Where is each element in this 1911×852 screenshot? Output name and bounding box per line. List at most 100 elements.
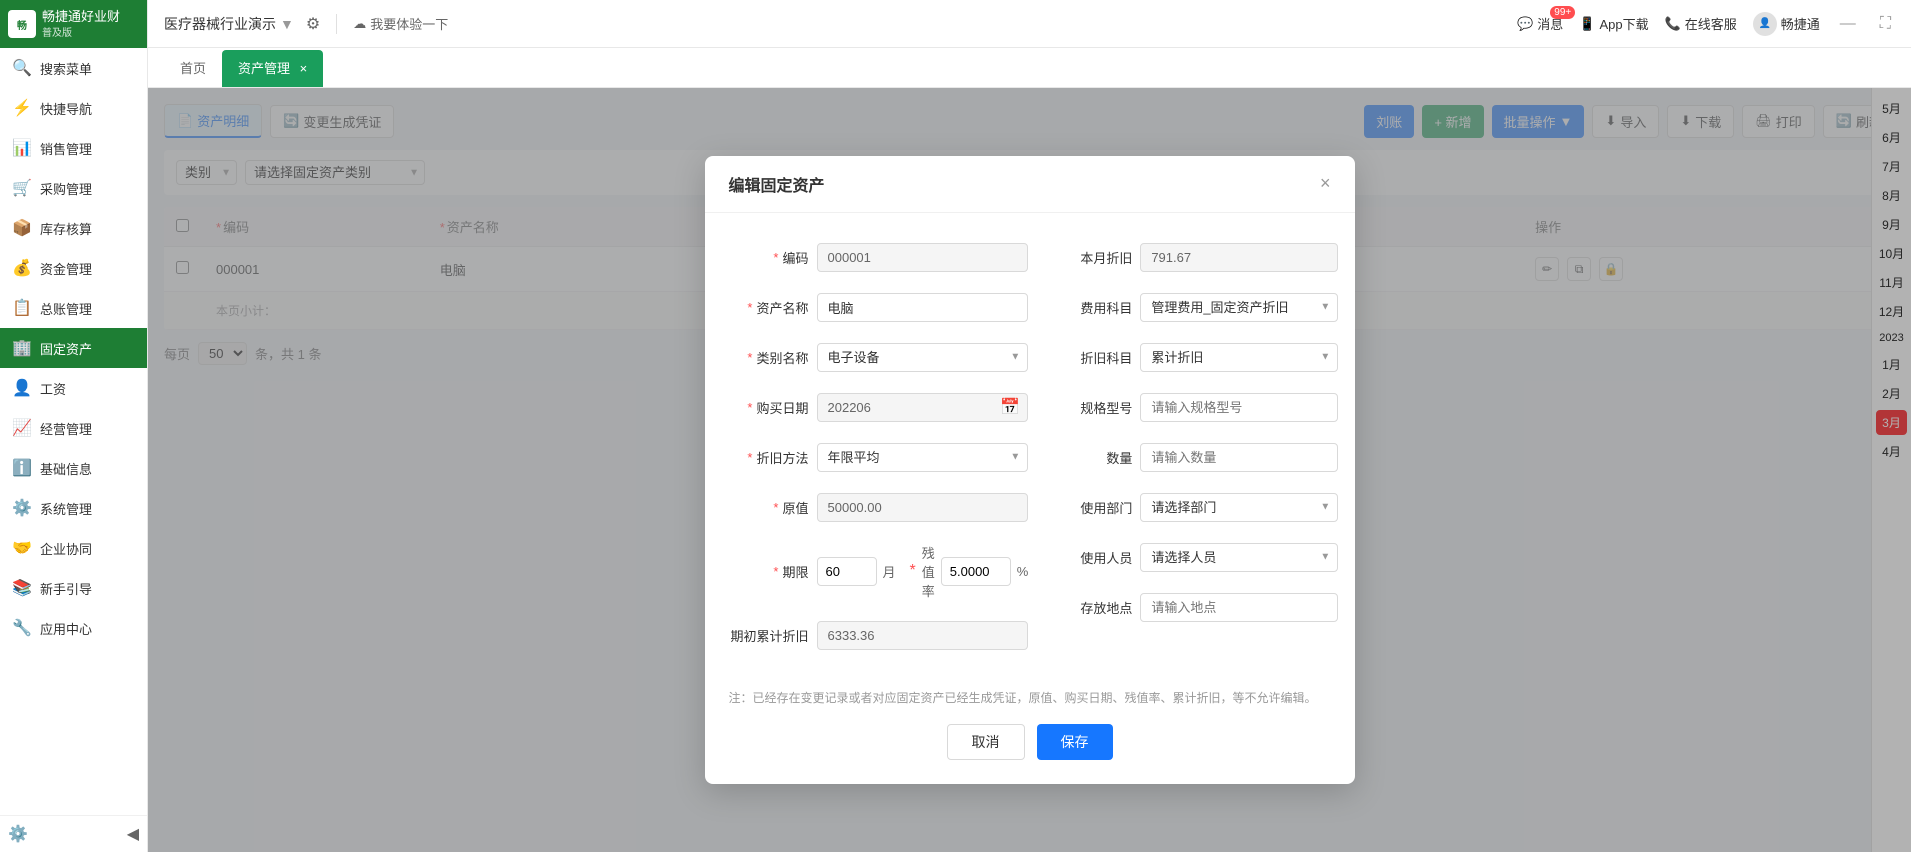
original-value-label: * 原值	[729, 498, 809, 517]
sidebar-item-label: 固定资产	[40, 339, 92, 358]
dropdown-arrow-icon[interactable]: ▼	[280, 16, 294, 32]
sidebar-item-management[interactable]: 📈 经营管理	[0, 408, 147, 448]
person-select-wrap: 请选择人员	[1140, 543, 1338, 572]
topbar-divider	[336, 14, 337, 34]
tab-close-icon[interactable]: ×	[300, 61, 308, 76]
location-input[interactable]	[1140, 593, 1338, 622]
sidebar-item-label: 经营管理	[40, 419, 92, 438]
quantity-input[interactable]	[1140, 443, 1338, 472]
collab-icon: 🤝	[12, 538, 32, 558]
settings-icon[interactable]: ⚙️	[8, 824, 28, 844]
tab-asset-management[interactable]: 资产管理 ×	[222, 50, 323, 87]
period-unit-label: 月	[883, 562, 896, 581]
form-row-location: 存放地点	[1052, 583, 1338, 633]
residual-rate-input[interactable]	[941, 557, 1011, 586]
calendar-icon[interactable]: 📅	[1000, 397, 1020, 417]
sidebar-item-basic-info[interactable]: ℹ️ 基础信息	[0, 448, 147, 488]
department-select[interactable]: 请选择部门	[1140, 493, 1338, 522]
purchase-icon: 🛒	[12, 178, 32, 198]
sidebar-item-label: 快捷导航	[40, 99, 92, 118]
app-download-btn[interactable]: 📱 App下载	[1579, 14, 1648, 33]
page-content-area: 📄 资产明细 🔄 变更生成凭证 刘账 + 新增 批量操作	[148, 88, 1911, 852]
tab-home[interactable]: 首页	[164, 50, 222, 87]
customer-service-btn[interactable]: 📞 在线客服	[1665, 14, 1737, 33]
form-row-expense-subject: 费用科目 管理费用_固定资产折旧	[1052, 283, 1338, 333]
cancel-button[interactable]: 取消	[947, 724, 1025, 760]
form-row-department: 使用部门 请选择部门	[1052, 483, 1338, 533]
form-row-code: * 编码	[729, 233, 1029, 283]
app-logo: 畅	[8, 10, 36, 38]
category-select-wrap: 电子设备	[817, 343, 1029, 372]
department-select-wrap: 请选择部门	[1140, 493, 1338, 522]
original-value-input[interactable]	[817, 493, 1029, 522]
period-acc-input[interactable]	[817, 621, 1029, 650]
ledger-icon: 📋	[12, 298, 32, 318]
form-row-dep-subject: 折旧科目 累计折旧	[1052, 333, 1338, 383]
sidebar-item-inventory[interactable]: 📦 库存核算	[0, 208, 147, 248]
modal-footer: 取消 保存	[705, 724, 1355, 760]
sidebar-item-ledger[interactable]: 📋 总账管理	[0, 288, 147, 328]
username-label: 畅捷通	[1781, 14, 1820, 33]
sidebar-item-label: 系统管理	[40, 499, 92, 518]
sidebar-item-collab[interactable]: 🤝 企业协同	[0, 528, 147, 568]
edit-asset-modal: 编辑固定资产 × * 编码	[705, 156, 1355, 784]
sidebar-item-label: 销售管理	[40, 139, 92, 158]
user-menu[interactable]: 👤 畅捷通	[1753, 12, 1820, 36]
person-label: 使用人员	[1052, 548, 1132, 567]
monthly-dep-input[interactable]	[1140, 243, 1338, 272]
sidebar-header: 畅 畅捷通好业财 普及版	[0, 0, 147, 48]
category-select[interactable]: 电子设备	[817, 343, 1029, 372]
sidebar-item-label: 工资	[40, 379, 66, 398]
notification-badge[interactable]: 💬 消息 99+	[1517, 14, 1563, 33]
maximize-button[interactable]: ⛶	[1876, 11, 1895, 37]
sidebar-item-label: 采购管理	[40, 179, 92, 198]
depreciation-method-label: * 折旧方法	[729, 448, 809, 467]
form-row-spec: 规格型号	[1052, 383, 1338, 433]
sidebar-item-fixed-assets[interactable]: 🏢 固定资产	[0, 328, 147, 368]
code-label: * 编码	[729, 248, 809, 267]
period-input[interactable]	[817, 557, 877, 586]
form-row-quantity: 数量	[1052, 433, 1338, 483]
purchase-date-label: * 购买日期	[729, 398, 809, 417]
asset-name-input[interactable]	[817, 293, 1029, 322]
assets-icon: 🏢	[12, 338, 32, 358]
expense-subject-select[interactable]: 管理费用_固定资产折旧	[1140, 293, 1338, 322]
form-left-col: * 编码 * 资产名称	[729, 233, 1029, 661]
form-right-col: 本月折旧 费用科目 管理费	[1028, 233, 1338, 661]
code-input[interactable]	[817, 243, 1029, 272]
modal-header: 编辑固定资产 ×	[705, 156, 1355, 213]
modal-close-button[interactable]: ×	[1320, 173, 1331, 194]
depreciation-method-select[interactable]: 年限平均	[817, 443, 1029, 472]
apps-icon: 🔧	[12, 618, 32, 638]
person-select[interactable]: 请选择人员	[1140, 543, 1338, 572]
form-row-category: * 类别名称 电子设备	[729, 333, 1029, 383]
sidebar-item-guide[interactable]: 📚 新手引导	[0, 568, 147, 608]
form-row-period-acc: 期初累计折旧	[729, 611, 1029, 661]
spec-input[interactable]	[1140, 393, 1338, 422]
app-name: 畅捷通好业财	[42, 9, 120, 25]
minimize-button[interactable]: —	[1836, 11, 1860, 37]
sidebar-item-salary[interactable]: 👤 工资	[0, 368, 147, 408]
collapse-icon[interactable]: ◀	[127, 824, 139, 844]
form-row-original-value: * 原值	[729, 483, 1029, 533]
sidebar-item-sales[interactable]: 📊 销售管理	[0, 128, 147, 168]
experience-btn[interactable]: ☁ 我要体验一下	[353, 14, 448, 33]
sidebar-item-quicknav[interactable]: ⚡ 快捷导航	[0, 88, 147, 128]
purchase-date-input[interactable]	[817, 393, 1029, 422]
period-group: 月 * 残值率 %	[817, 543, 1029, 600]
settings-gear-icon[interactable]: ⚙	[306, 14, 320, 34]
department-label: 使用部门	[1052, 498, 1132, 517]
sidebar-item-purchase[interactable]: 🛒 采购管理	[0, 168, 147, 208]
save-button[interactable]: 保存	[1037, 724, 1113, 760]
sidebar: 畅 畅捷通好业财 普及版 🔍 搜索菜单 ⚡ 快捷导航 📊 销售管理 🛒 采购管理…	[0, 0, 148, 852]
sidebar-item-search[interactable]: 🔍 搜索菜单	[0, 48, 147, 88]
sidebar-item-label: 总账管理	[40, 299, 92, 318]
spec-label: 规格型号	[1052, 398, 1132, 417]
app-download-label: App下载	[1599, 14, 1648, 33]
form-row-purchase-date: * 购买日期 📅	[729, 383, 1029, 433]
sidebar-item-system[interactable]: ⚙️ 系统管理	[0, 488, 147, 528]
cloud-icon: ☁	[353, 16, 366, 32]
sidebar-item-apps[interactable]: 🔧 应用中心	[0, 608, 147, 648]
dep-subject-select[interactable]: 累计折旧	[1140, 343, 1338, 372]
sidebar-item-finance[interactable]: 💰 资金管理	[0, 248, 147, 288]
